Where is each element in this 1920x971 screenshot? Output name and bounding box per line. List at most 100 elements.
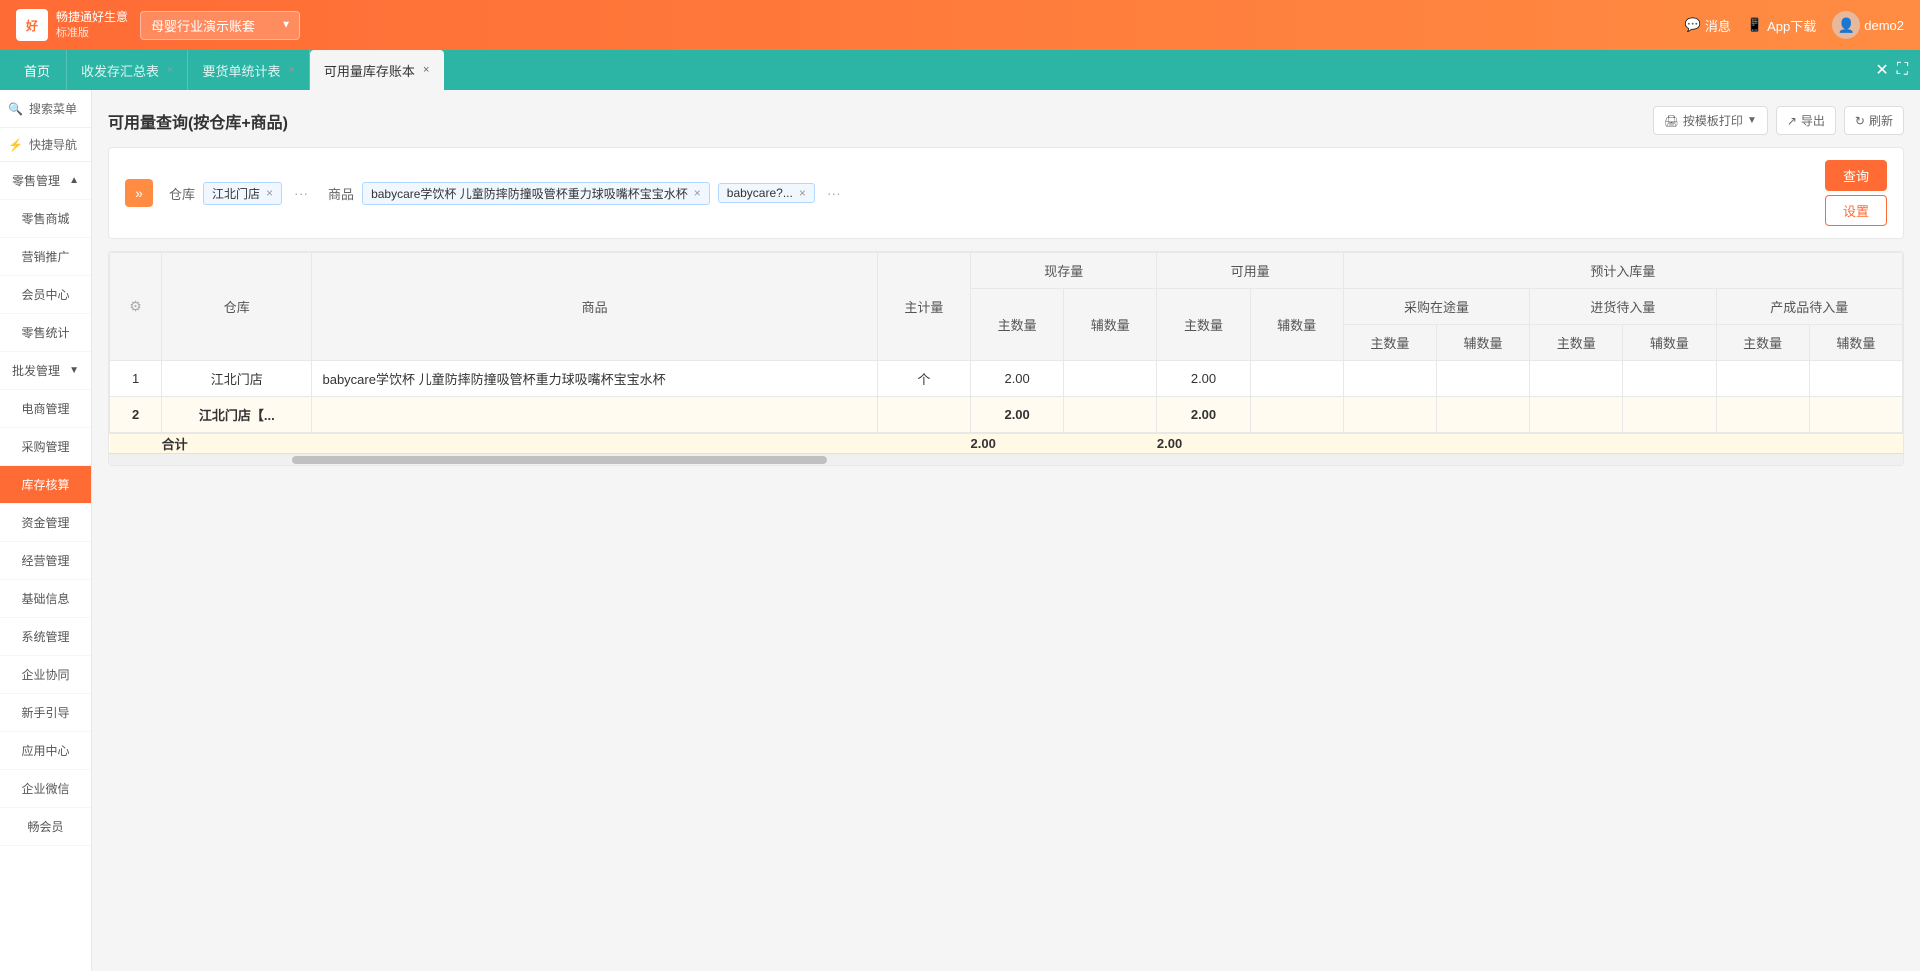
- subtotal-index: 2: [110, 397, 162, 434]
- close-tab-receipts[interactable]: ×: [167, 64, 173, 76]
- data-table: ⚙ 仓库 商品 主计量 现存量 可用量 预计入库量 主数量 辅数量 主数量 辅数…: [109, 252, 1903, 453]
- col-purchase-arriving: 进货待入量: [1530, 289, 1716, 325]
- subtotal-warehouse: 江北门店【...: [162, 397, 312, 434]
- main-layout: 🔍 搜索菜单 ⚡ 快捷导航 零售管理 ▲ 零售商城 营销推广 会员中心 零售统计…: [0, 90, 1920, 971]
- remove-product-tag-2[interactable]: ×: [799, 186, 806, 200]
- row-unit: 个: [877, 361, 970, 397]
- top-bar-right: 💬 消息 📱 App下载 👤 demo2: [1685, 11, 1904, 39]
- sidebar-item-enterprise-wechat[interactable]: 企业微信: [0, 770, 91, 808]
- sidebar-item-retail-mall[interactable]: 零售商城: [0, 200, 91, 238]
- row-product: babycare学饮杯 儿童防摔防撞吸管杯重力球吸嘴杯宝宝水杯: [312, 361, 877, 397]
- sidebar-item-basic-info[interactable]: 基础信息: [0, 580, 91, 618]
- sidebar-item-wholesale-mgmt[interactable]: 批发管理 ▼: [0, 352, 91, 390]
- product-label: 商品: [328, 184, 354, 203]
- subtotal-available-main: 2.00: [1157, 397, 1250, 434]
- footer-row: 合计 2.00 2.00: [110, 433, 1903, 453]
- sidebar-item-inventory[interactable]: 库存核算: [0, 466, 91, 504]
- print-icon: 🖨: [1664, 114, 1679, 128]
- sidebar-item-business-mgmt[interactable]: 经营管理: [0, 542, 91, 580]
- footer-production-arriving-main: [1716, 433, 1809, 453]
- sidebar-item-retail-mgmt[interactable]: 零售管理 ▲: [0, 162, 91, 200]
- product-tag-2[interactable]: babycare?... ×: [718, 183, 815, 203]
- scroll-track[interactable]: [109, 453, 1903, 465]
- sidebar-item-retail-stats[interactable]: 零售统计: [0, 314, 91, 352]
- sidebar-item-ecommerce[interactable]: 电商管理: [0, 390, 91, 428]
- query-btn[interactable]: 查询: [1825, 160, 1887, 191]
- subtotal-purchase-transit-main: [1343, 397, 1436, 434]
- col-production-arriving-main: 主数量: [1716, 325, 1809, 361]
- footer-available-main: 2.00: [1157, 433, 1250, 453]
- message-btn[interactable]: 💬 消息: [1685, 16, 1731, 35]
- remove-warehouse-tag[interactable]: ×: [266, 186, 273, 200]
- col-available: 可用量: [1157, 253, 1343, 289]
- footer-purchase-transit-main: [1343, 433, 1436, 453]
- tab-available-stock[interactable]: 可用量库存账本 ×: [310, 50, 444, 90]
- subtotal-purchase-arriving-main: [1530, 397, 1623, 434]
- close-tab-order-stats[interactable]: ×: [288, 64, 294, 76]
- sidebar: 🔍 搜索菜单 ⚡ 快捷导航 零售管理 ▲ 零售商城 营销推广 会员中心 零售统计…: [0, 90, 92, 971]
- sidebar-search[interactable]: 🔍 搜索菜单: [0, 90, 91, 128]
- close-window-icon[interactable]: ✕: [1875, 60, 1888, 80]
- row-available-main: 2.00: [1157, 361, 1250, 397]
- sidebar-item-finance[interactable]: 资金管理: [0, 504, 91, 542]
- filter-settings-btn[interactable]: 设置: [1825, 195, 1887, 226]
- scroll-thumb[interactable]: [292, 456, 828, 464]
- tab-home[interactable]: 首页: [8, 50, 67, 90]
- product-more[interactable]: ···: [823, 185, 845, 201]
- app-download-btn[interactable]: 📱 App下载: [1747, 16, 1816, 35]
- sidebar-item-sys-mgmt[interactable]: 系统管理: [0, 618, 91, 656]
- footer-production-arriving-aux: [1809, 433, 1902, 453]
- col-available-aux: 辅数量: [1250, 289, 1343, 361]
- col-planned-in: 预计入库量: [1343, 253, 1902, 289]
- tab-receipts[interactable]: 收发存汇总表 ×: [67, 50, 188, 90]
- filter-toggle[interactable]: »: [125, 179, 153, 207]
- top-bar: 好 畅捷通好生意 标准版 母婴行业演示账套 ▼ 💬 消息 📱 App下载 👤 d…: [0, 0, 1920, 50]
- refresh-btn[interactable]: ↻ 刷新: [1844, 106, 1904, 135]
- subtotal-production-arriving-main: [1716, 397, 1809, 434]
- table-container: ⚙ 仓库 商品 主计量 现存量 可用量 预计入库量 主数量 辅数量 主数量 辅数…: [108, 251, 1904, 466]
- col-warehouse: 仓库: [162, 253, 312, 361]
- user-area[interactable]: 👤 demo2: [1832, 11, 1904, 39]
- sidebar-quick-nav[interactable]: ⚡ 快捷导航: [0, 128, 91, 162]
- footer-empty-1: [110, 433, 162, 453]
- col-production-arriving-aux: 辅数量: [1809, 325, 1902, 361]
- col-available-main: 主数量: [1157, 289, 1250, 361]
- remove-product-tag-1[interactable]: ×: [694, 186, 701, 200]
- logo-area: 好 畅捷通好生意 标准版: [16, 9, 128, 41]
- sidebar-item-purchase-mgmt[interactable]: 采购管理: [0, 428, 91, 466]
- sidebar-item-marketing[interactable]: 营销推广: [0, 238, 91, 276]
- tenant-selector[interactable]: 母婴行业演示账套 ▼: [140, 11, 300, 40]
- warehouse-tag[interactable]: 江北门店 ×: [203, 182, 282, 205]
- maximize-icon[interactable]: ⛶: [1897, 61, 1908, 79]
- sidebar-item-new-guide[interactable]: 新手引导: [0, 694, 91, 732]
- warehouse-more[interactable]: ···: [290, 185, 312, 201]
- row-warehouse: 江北门店: [162, 361, 312, 397]
- arrow-icon: ▲: [69, 175, 79, 186]
- footer-purchase-transit-aux: [1436, 433, 1529, 453]
- footer-purchase-arriving-aux: [1623, 433, 1716, 453]
- sidebar-item-member-center[interactable]: 会员中心: [0, 276, 91, 314]
- col-current-stock: 现存量: [971, 253, 1157, 289]
- search-icon: 🔍: [8, 102, 23, 116]
- sidebar-item-app-center[interactable]: 应用中心: [0, 732, 91, 770]
- footer-purchase-arriving-main: [1530, 433, 1623, 453]
- tab-order-stats[interactable]: 要货单统计表 ×: [188, 50, 309, 90]
- col-gear[interactable]: ⚙: [110, 253, 162, 361]
- subtotal-current-main: 2.00: [971, 397, 1064, 434]
- row-index: 1: [110, 361, 162, 397]
- table-row-subtotal: 2 江北门店【... 2.00 2.00: [110, 397, 1903, 434]
- logo-text: 畅捷通好生意 标准版: [56, 10, 128, 40]
- product-tag-1[interactable]: babycare学饮杯 儿童防摔防撞吸管杯重力球吸嘴杯宝宝水杯 ×: [362, 182, 710, 205]
- print-btn[interactable]: 🖨 按模板打印 ▼: [1653, 106, 1768, 135]
- avatar: 👤: [1832, 11, 1860, 39]
- export-btn[interactable]: ↗ 导出: [1776, 106, 1836, 135]
- tab-bar: 首页 收发存汇总表 × 要货单统计表 × 可用量库存账本 × ✕ ⛶: [0, 50, 1920, 90]
- sidebar-item-enterprise-coop[interactable]: 企业协同: [0, 656, 91, 694]
- col-purchase-arriving-main: 主数量: [1530, 325, 1623, 361]
- close-tab-available-stock[interactable]: ×: [423, 64, 429, 76]
- warehouse-label: 仓库: [169, 184, 195, 203]
- footer-available-aux: [1250, 433, 1343, 453]
- sidebar-item-member[interactable]: 畅会员: [0, 808, 91, 846]
- col-purchase-arriving-aux: 辅数量: [1623, 325, 1716, 361]
- row-purchase-transit-aux: [1436, 361, 1529, 397]
